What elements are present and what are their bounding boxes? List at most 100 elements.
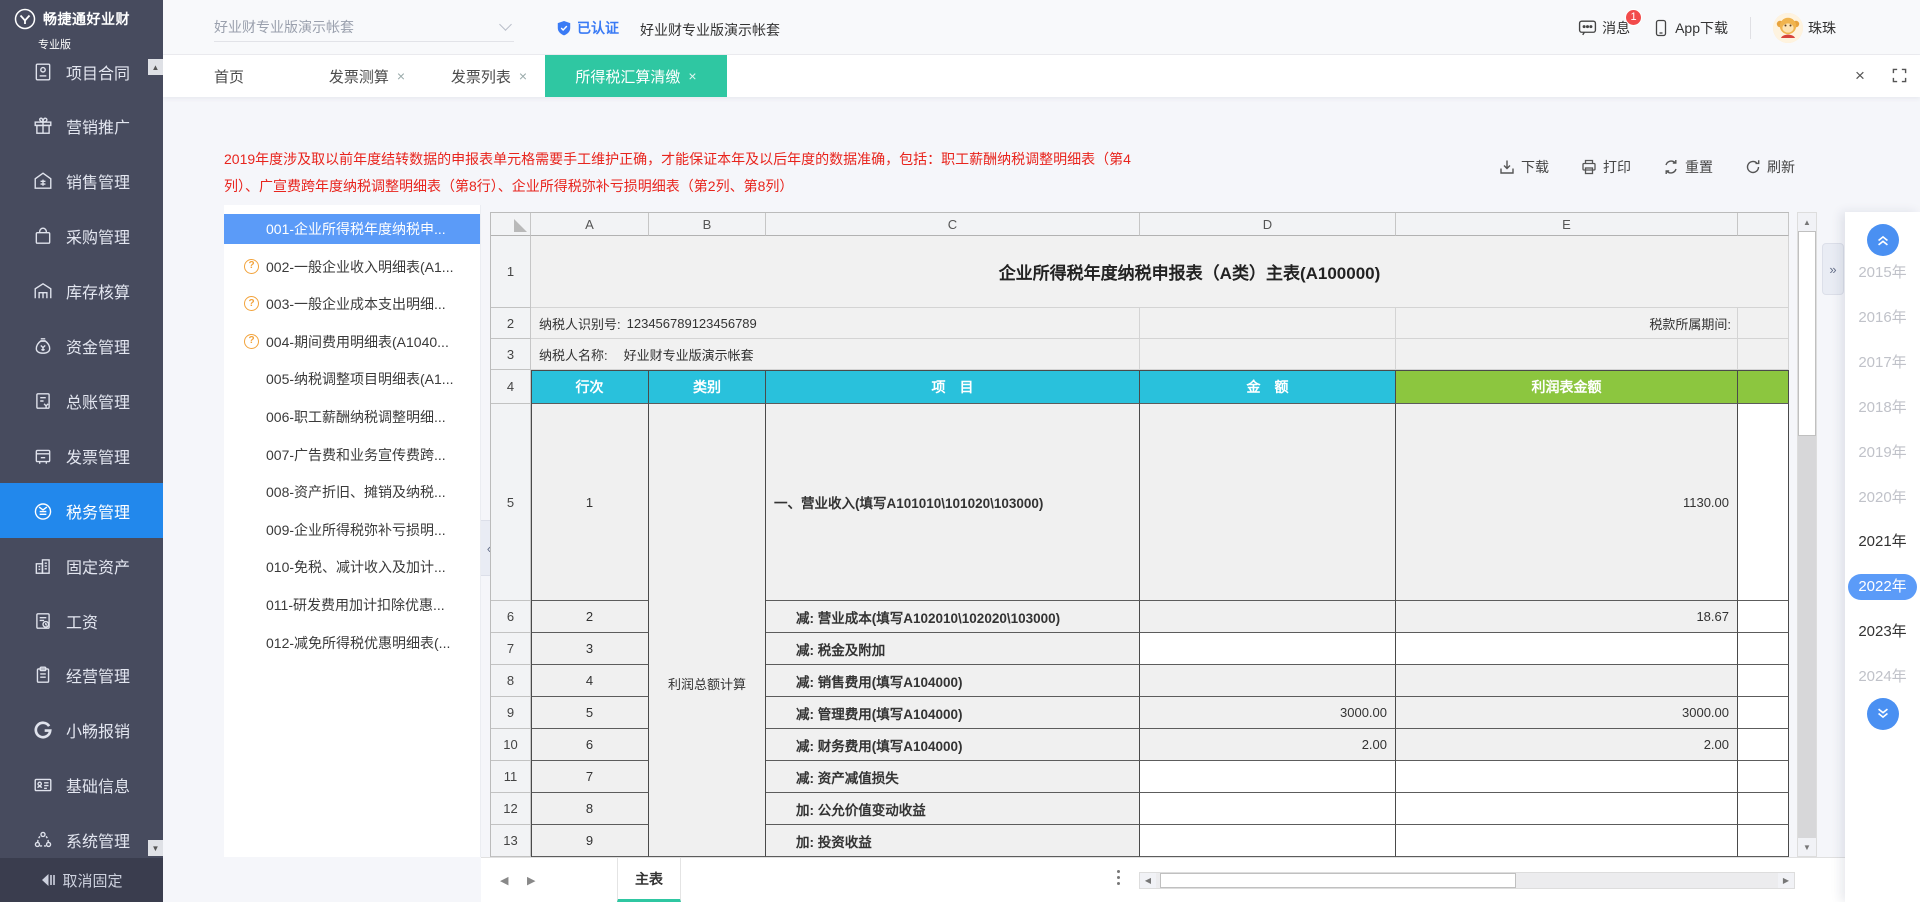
sidebar-item-moneybag[interactable]: 资金管理: [0, 319, 163, 374]
row-header[interactable]: 3: [491, 339, 531, 370]
messages-button[interactable]: 消息 1: [1578, 8, 1643, 38]
report-list-item[interactable]: ? 003-一般企业成本支出明细...: [224, 289, 480, 319]
report-list-item[interactable]: 010-免税、减计收入及加计...: [224, 552, 480, 582]
line-no-cell[interactable]: 6: [531, 729, 649, 761]
sidebar-scroll-down[interactable]: ▼: [148, 840, 163, 856]
year-item[interactable]: 2024年: [1845, 664, 1920, 690]
amount-cell[interactable]: [1140, 633, 1396, 665]
year-item[interactable]: 2023年: [1845, 619, 1920, 645]
row-header[interactable]: 9: [491, 697, 531, 729]
tab-3[interactable]: 所得税汇算清缴 ×: [545, 55, 727, 97]
tab-home[interactable]: 首页: [200, 55, 258, 97]
amount-cell[interactable]: [1140, 404, 1396, 601]
line-no-cell[interactable]: 2: [531, 601, 649, 633]
year-scroll-up-button[interactable]: [1867, 224, 1899, 256]
category-merged-cell[interactable]: 利润总额计算: [649, 404, 766, 857]
year-item[interactable]: 2018年: [1845, 395, 1920, 421]
refresh-button[interactable]: 刷新: [1745, 157, 1795, 177]
year-item[interactable]: 2020年: [1845, 485, 1920, 511]
report-list-item[interactable]: 012-减免所得税优惠明细表(...: [224, 628, 480, 658]
row-header[interactable]: 13: [491, 825, 531, 857]
item-cell[interactable]: 加: 公允价值变动收益: [766, 793, 1140, 825]
scroll-down-arrow[interactable]: ▼: [1798, 838, 1816, 856]
line-no-cell[interactable]: 7: [531, 761, 649, 793]
amount-cell[interactable]: [1140, 665, 1396, 697]
vertical-scroll-thumb[interactable]: [1798, 231, 1816, 436]
tab-close-icon[interactable]: ×: [519, 69, 527, 83]
year-item[interactable]: 2021年: [1845, 529, 1920, 555]
sidebar-item-gift[interactable]: 营销推广: [0, 99, 163, 154]
sidebar-item-bag[interactable]: 采购管理: [0, 209, 163, 264]
taxpayer-id-cell[interactable]: 纳税人识别号: 123456789123456789: [531, 308, 1140, 339]
column-header-E[interactable]: E: [1396, 213, 1738, 236]
horizontal-scroll-thumb[interactable]: [1160, 873, 1516, 888]
line-no-cell[interactable]: 9: [531, 825, 649, 857]
row-header[interactable]: 5: [491, 404, 531, 601]
report-list-item[interactable]: 001-企业所得税年度纳税申...: [224, 214, 480, 244]
amount-cell[interactable]: [1140, 825, 1396, 857]
sidebar-item-system[interactable]: 系统管理: [0, 813, 163, 858]
partial-cell[interactable]: [1738, 601, 1789, 633]
sheet-vertical-scrollbar[interactable]: ▲ ▼: [1797, 212, 1817, 857]
report-list-item[interactable]: 009-企业所得税弥补亏损明...: [224, 515, 480, 545]
item-cell[interactable]: 一、营业收入(填写A101010\101020\103000): [766, 404, 1140, 601]
scroll-left-arrow[interactable]: ◀: [1140, 873, 1156, 888]
amount-cell[interactable]: 3000.00: [1140, 697, 1396, 729]
item-cell[interactable]: 加: 投资收益: [766, 825, 1140, 857]
item-cell[interactable]: 减: 财务费用(填写A104000): [766, 729, 1140, 761]
partial-cell[interactable]: [1738, 793, 1789, 825]
column-header-B[interactable]: B: [649, 213, 766, 236]
line-no-cell[interactable]: 3: [531, 633, 649, 665]
app-download-button[interactable]: App下载: [1652, 18, 1728, 38]
report-list-item[interactable]: ? 004-期间费用明细表(A1040...: [224, 327, 480, 357]
download-button[interactable]: 下载: [1499, 157, 1549, 177]
row-header[interactable]: 1: [491, 236, 531, 308]
partial-cell[interactable]: [1738, 729, 1789, 761]
sidebar-scroll-up[interactable]: ▲: [148, 59, 163, 75]
sheet-horizontal-scrollbar[interactable]: ◀ ▶: [1139, 872, 1795, 889]
item-cell[interactable]: 减: 管理费用(填写A104000): [766, 697, 1140, 729]
row-header[interactable]: 6: [491, 601, 531, 633]
partial-cell[interactable]: [1738, 761, 1789, 793]
user-menu[interactable]: 珠珠: [1773, 12, 1836, 43]
scroll-up-arrow[interactable]: ▲: [1798, 213, 1816, 231]
report-list-item[interactable]: ? 002-一般企业收入明细表(A1...: [224, 252, 480, 282]
sidebar-item-tax[interactable]: 税务管理: [0, 483, 163, 539]
item-cell[interactable]: 减: 营业成本(填写A102010\102020\103000): [766, 601, 1140, 633]
profit-amount-cell[interactable]: [1396, 825, 1738, 857]
partial-cell[interactable]: [1738, 404, 1789, 601]
column-header-A[interactable]: A: [531, 213, 649, 236]
sidebar-item-warehouse[interactable]: 库存核算: [0, 264, 163, 319]
column-header-partial[interactable]: [1738, 213, 1789, 236]
tab-1[interactable]: 发票测算 ×: [313, 55, 421, 97]
line-no-cell[interactable]: 1: [531, 404, 649, 601]
tax-period-cell[interactable]: 税款所属期间:: [1396, 308, 1738, 339]
empty-cell[interactable]: [1140, 339, 1396, 370]
partial-cell[interactable]: [1738, 825, 1789, 857]
reset-button[interactable]: 重置: [1663, 157, 1713, 177]
profit-amount-cell[interactable]: 3000.00: [1396, 697, 1738, 729]
column-header-C[interactable]: C: [766, 213, 1140, 236]
sidebar-item-sale[interactable]: 销售管理: [0, 154, 163, 209]
amount-cell[interactable]: [1140, 761, 1396, 793]
sidebar-item-idcard[interactable]: 基础信息: [0, 758, 163, 813]
item-cell[interactable]: 减: 销售费用(填写A104000): [766, 665, 1140, 697]
print-button[interactable]: 打印: [1581, 157, 1631, 177]
empty-cell[interactable]: [1140, 308, 1396, 339]
next-sheet-arrow[interactable]: ▶: [527, 874, 535, 887]
prev-sheet-arrow[interactable]: ◀: [500, 874, 508, 887]
column-header-D[interactable]: D: [1140, 213, 1396, 236]
sidebar-item-clipboard[interactable]: 经营管理: [0, 648, 163, 703]
row-header[interactable]: 2: [491, 308, 531, 339]
empty-cell[interactable]: [1396, 339, 1738, 370]
fullscreen-icon[interactable]: [1892, 68, 1907, 83]
taxpayer-name-cell[interactable]: 纳税人名称: 好业财专业版演示帐套: [531, 339, 1140, 370]
sidebar-unpin-button[interactable]: 取消固定: [0, 858, 163, 902]
partial-cell[interactable]: [1738, 633, 1789, 665]
sidebar-item-payroll[interactable]: 工资: [0, 593, 163, 648]
year-item[interactable]: 2015年: [1845, 260, 1920, 286]
report-list-item[interactable]: 008-资产折旧、摊销及纳税...: [224, 477, 480, 507]
vertical-scroll-track[interactable]: [1798, 436, 1816, 840]
item-cell[interactable]: 减: 税金及附加: [766, 633, 1140, 665]
tab-close-icon[interactable]: ×: [397, 69, 405, 83]
